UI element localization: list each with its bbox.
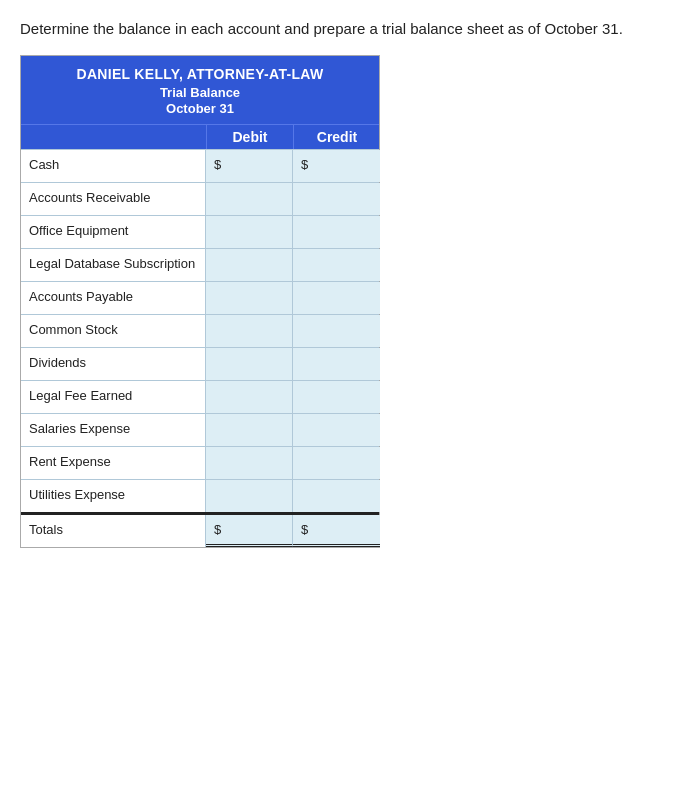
account-name: Office Equipment bbox=[21, 216, 206, 248]
debit-cell[interactable] bbox=[206, 414, 293, 446]
totals-credit[interactable]: $ bbox=[293, 515, 380, 547]
debit-cell[interactable] bbox=[206, 348, 293, 380]
report-title: Trial Balance bbox=[29, 85, 371, 100]
credit-cell[interactable] bbox=[293, 414, 380, 446]
credit-col-header: Credit bbox=[293, 125, 380, 149]
table-row: Dividends bbox=[21, 347, 379, 380]
trial-balance-table: DANIEL KELLY, ATTORNEY-AT-LAW Trial Bala… bbox=[20, 55, 380, 548]
table-row: Legal Fee Earned bbox=[21, 380, 379, 413]
table-body: Cash$$Accounts ReceivableOffice Equipmen… bbox=[21, 149, 379, 512]
instruction-text: Determine the balance in each account an… bbox=[20, 20, 667, 37]
account-name: Utilities Expense bbox=[21, 480, 206, 512]
debit-cell[interactable]: $ bbox=[206, 150, 293, 182]
account-col-header bbox=[21, 125, 206, 149]
account-name: Dividends bbox=[21, 348, 206, 380]
table-row: Salaries Expense bbox=[21, 413, 379, 446]
credit-cell[interactable] bbox=[293, 480, 380, 512]
debit-col-header: Debit bbox=[206, 125, 293, 149]
account-name: Accounts Payable bbox=[21, 282, 206, 314]
debit-cell[interactable] bbox=[206, 315, 293, 347]
credit-cell[interactable] bbox=[293, 447, 380, 479]
totals-label: Totals bbox=[21, 515, 206, 547]
table-row: Legal Database Subscription bbox=[21, 248, 379, 281]
firm-name: DANIEL KELLY, ATTORNEY-AT-LAW bbox=[29, 66, 371, 82]
table-row: Accounts Receivable bbox=[21, 182, 379, 215]
debit-cell[interactable] bbox=[206, 381, 293, 413]
table-header: DANIEL KELLY, ATTORNEY-AT-LAW Trial Bala… bbox=[21, 56, 379, 124]
table-row: Common Stock bbox=[21, 314, 379, 347]
account-name: Cash bbox=[21, 150, 206, 182]
debit-cell[interactable] bbox=[206, 183, 293, 215]
table-row: Accounts Payable bbox=[21, 281, 379, 314]
credit-cell[interactable] bbox=[293, 249, 380, 281]
account-name: Accounts Receivable bbox=[21, 183, 206, 215]
debit-cell[interactable] bbox=[206, 216, 293, 248]
credit-cell[interactable]: $ bbox=[293, 150, 380, 182]
report-date: October 31 bbox=[29, 101, 371, 116]
debit-cell[interactable] bbox=[206, 447, 293, 479]
credit-cell[interactable] bbox=[293, 348, 380, 380]
debit-cell[interactable] bbox=[206, 282, 293, 314]
credit-cell[interactable] bbox=[293, 315, 380, 347]
table-row: Rent Expense bbox=[21, 446, 379, 479]
table-row: Utilities Expense bbox=[21, 479, 379, 512]
table-row: Office Equipment bbox=[21, 215, 379, 248]
account-name: Common Stock bbox=[21, 315, 206, 347]
credit-cell[interactable] bbox=[293, 381, 380, 413]
account-name: Legal Fee Earned bbox=[21, 381, 206, 413]
debit-cell[interactable] bbox=[206, 480, 293, 512]
account-name: Salaries Expense bbox=[21, 414, 206, 446]
credit-cell[interactable] bbox=[293, 216, 380, 248]
totals-debit[interactable]: $ bbox=[206, 515, 293, 547]
table-row: Cash$$ bbox=[21, 149, 379, 182]
credit-cell[interactable] bbox=[293, 183, 380, 215]
account-name: Rent Expense bbox=[21, 447, 206, 479]
credit-cell[interactable] bbox=[293, 282, 380, 314]
column-headers: Debit Credit bbox=[21, 124, 379, 149]
account-name: Legal Database Subscription bbox=[21, 249, 206, 281]
totals-row: Totals $ $ bbox=[21, 512, 379, 547]
debit-cell[interactable] bbox=[206, 249, 293, 281]
